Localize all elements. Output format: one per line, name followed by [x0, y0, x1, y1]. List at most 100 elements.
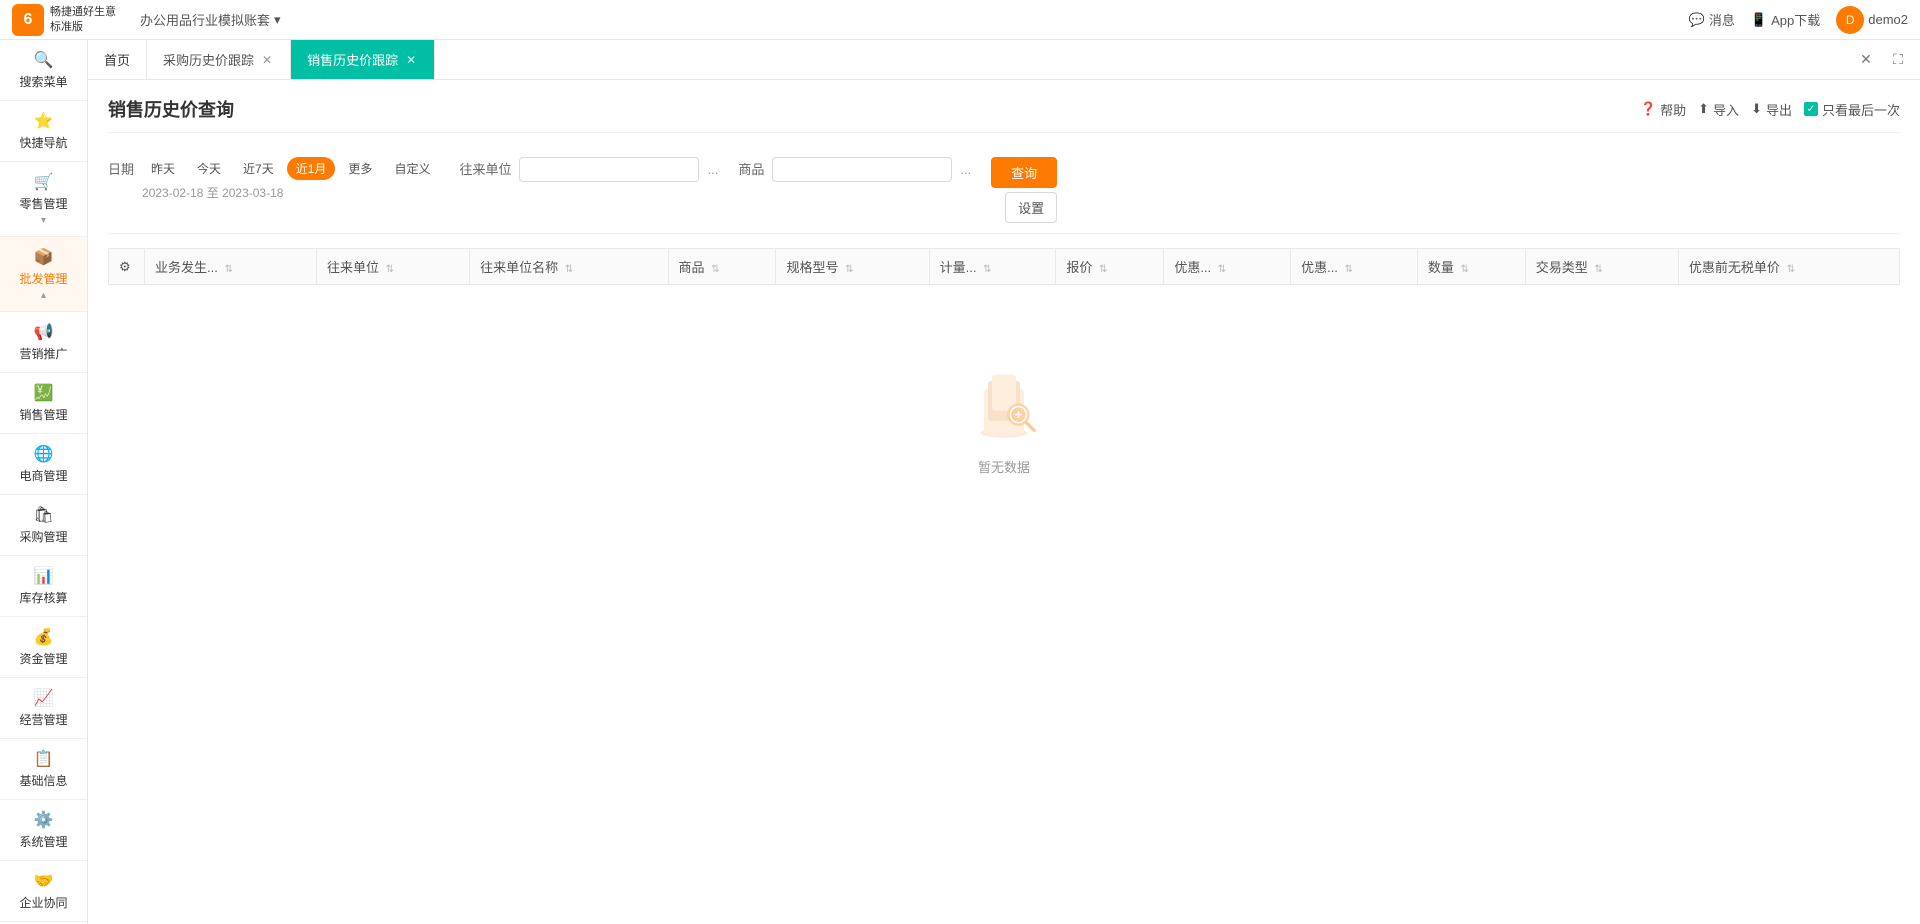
app-download-btn[interactable]: 📱 App下载 [1751, 10, 1820, 29]
filter-btn-more[interactable]: 更多 [339, 157, 381, 180]
only-last-checkbox[interactable]: ✓ 只看最后一次 [1804, 100, 1900, 119]
date-options: 昨天 今天 近7天 近1月 更多 自定义 2023-02-18 至 2023-0… [142, 157, 439, 201]
filter-btn-today[interactable]: 今天 [188, 157, 230, 180]
sidebar-item-sales[interactable]: 💹 销售管理 [0, 373, 87, 434]
sort-icon: ⇅ [386, 264, 394, 275]
user-menu[interactable]: D demo2 [1836, 6, 1908, 34]
sidebar-item-enterprise[interactable]: 🤝 企业协同 [0, 861, 87, 922]
logo: 6 畅捷通好生意 标准版 [12, 4, 116, 36]
tab-bar-controls: ✕ ⛶ [1844, 40, 1920, 79]
chevron-up-icon: ▴ [41, 290, 46, 301]
avatar: D [1836, 6, 1864, 34]
sidebar-item-wholesale[interactable]: 📦 批发管理 ▴ [0, 237, 87, 312]
message-icon: 💬 [1689, 12, 1705, 28]
sidebar: 🔍 搜索菜单 ⭐ 快捷导航 🛒 零售管理 ▾ 📦 批发管理 ▴ 📢 营销推广 💹… [0, 40, 88, 924]
table-header-biz-date[interactable]: 业务发生... ⇅ [145, 249, 317, 285]
sidebar-item-inventory[interactable]: 📊 库存核算 [0, 556, 87, 617]
table-header-qty[interactable]: 数量 ⇅ [1417, 249, 1525, 285]
partner-filter-group: 往来单位 ... [459, 157, 718, 182]
import-btn[interactable]: ⬆ 导入 [1698, 100, 1739, 119]
partner-picker-btn[interactable]: ... [707, 162, 718, 177]
tab-sales-history[interactable]: 销售历史价跟踪 ✕ [291, 40, 435, 79]
sidebar-item-basics[interactable]: 📋 基础信息 [0, 739, 87, 800]
partner-input[interactable] [519, 157, 699, 182]
table-header-trade-type[interactable]: 交易类型 ⇅ [1525, 249, 1678, 285]
product-input-group: ... [772, 157, 971, 182]
star-icon: ⭐ [34, 111, 54, 131]
partner-label: 往来单位 [459, 157, 511, 178]
product-label: 商品 [738, 157, 764, 178]
sort-icon: ⇅ [1787, 264, 1795, 275]
sidebar-item-search-menu[interactable]: 🔍 搜索菜单 [0, 40, 87, 101]
tab-close-purchase[interactable]: ✕ [260, 51, 274, 69]
table-header-quote[interactable]: 报价 ⇅ [1056, 249, 1164, 285]
logo-icon: 6 [12, 4, 44, 36]
table-header-partner-code[interactable]: 往来单位 ⇅ [317, 249, 470, 285]
table-header-product[interactable]: 商品 ⇅ [668, 249, 776, 285]
filter-btn-custom[interactable]: 自定义 [385, 157, 439, 180]
help-btn[interactable]: ❓ 帮助 [1640, 100, 1686, 119]
tab-purchase-history[interactable]: 采购历史价跟踪 ✕ [147, 40, 291, 79]
table-header-spec[interactable]: 规格型号 ⇅ [776, 249, 929, 285]
sort-icon: ⇅ [1099, 264, 1107, 275]
product-picker-btn[interactable]: ... [960, 162, 971, 177]
table-header-discount2[interactable]: 优惠... ⇅ [1291, 249, 1418, 285]
table-header-partner-name[interactable]: 往来单位名称 ⇅ [470, 249, 668, 285]
sidebar-item-retail[interactable]: 🛒 零售管理 ▾ [0, 162, 87, 237]
settings-button[interactable]: 设置 [1005, 192, 1057, 223]
filter-row: 日期 昨天 今天 近7天 近1月 更多 自定义 2023-02-18 至 202… [108, 147, 1900, 234]
megaphone-icon: 📢 [34, 322, 54, 342]
table-header-unit[interactable]: 计量... ⇅ [929, 249, 1056, 285]
content-area: 首页 采购历史价跟踪 ✕ 销售历史价跟踪 ✕ ✕ ⛶ 销售历史价查询 [88, 40, 1920, 924]
sidebar-item-purchase[interactable]: 🛍 采购管理 [0, 495, 87, 556]
filter-btn-yesterday[interactable]: 昨天 [142, 157, 184, 180]
partner-input-group: ... [519, 157, 718, 182]
money-icon: 💰 [34, 627, 54, 647]
tab-close-all-btn[interactable]: ✕ [1854, 48, 1878, 72]
query-button[interactable]: 查询 [991, 157, 1057, 188]
sidebar-item-operations[interactable]: 📈 经营管理 [0, 678, 87, 739]
filter-btn-1month[interactable]: 近1月 [287, 157, 336, 180]
page-header-actions: ❓ 帮助 ⬆ 导入 ⬇ 导出 ✓ 只看最后一次 [1640, 100, 1900, 119]
logo-text: 畅捷通好生意 标准版 [50, 5, 116, 34]
sidebar-item-marketing[interactable]: 📢 营销推广 [0, 312, 87, 373]
top-bar: 6 畅捷通好生意 标准版 办公用品行业模拟账套 ▾ 💬 消息 📱 App下载 D… [0, 0, 1920, 40]
product-input[interactable] [772, 157, 952, 182]
empty-text: 暂无数据 [978, 457, 1030, 476]
message-btn[interactable]: 💬 消息 [1689, 10, 1735, 29]
filter-btn-7days[interactable]: 近7天 [234, 157, 283, 180]
sort-icon: ⇅ [224, 264, 232, 275]
trending-icon: 📈 [34, 688, 54, 708]
shopping-icon: 🛍 [33, 505, 53, 525]
sidebar-item-ecommerce[interactable]: 🌐 电商管理 [0, 434, 87, 495]
page-content: 销售历史价查询 ❓ 帮助 ⬆ 导入 ⬇ 导出 [88, 80, 1920, 924]
tab-close-sales[interactable]: ✕ [404, 51, 418, 69]
table-header-discount1[interactable]: 优惠... ⇅ [1164, 249, 1291, 285]
table-header-settings[interactable]: ⚙ [109, 249, 145, 285]
page-title: 销售历史价查询 [108, 96, 234, 122]
handshake-icon: 🤝 [34, 871, 54, 891]
search-icon: 🔍 [34, 50, 54, 70]
sort-icon: ⇅ [711, 264, 719, 275]
sort-icon: ⇅ [983, 264, 991, 275]
sidebar-item-finance[interactable]: 💰 资金管理 [0, 617, 87, 678]
sort-icon: ⇅ [1345, 264, 1353, 275]
chevron-down-icon: ▾ [41, 215, 46, 226]
sidebar-item-shortcuts[interactable]: ⭐ 快捷导航 [0, 101, 87, 162]
product-filter-group: 商品 ... [738, 157, 971, 182]
export-btn[interactable]: ⬇ 导出 [1751, 100, 1792, 119]
company-selector[interactable]: 办公用品行业模拟账套 ▾ [132, 6, 289, 33]
date-buttons: 昨天 今天 近7天 近1月 更多 自定义 [142, 157, 439, 180]
date-filter-group: 日期 昨天 今天 近7天 近1月 更多 自定义 2023-02-18 至 202… [108, 157, 439, 201]
data-table: ⚙ 业务发生... ⇅ 往来单位 ⇅ 往来单位名称 [108, 248, 1900, 556]
box-icon: 📦 [34, 247, 54, 267]
tab-home[interactable]: 首页 [88, 40, 147, 79]
chevron-down-icon: ▾ [274, 12, 281, 28]
page-inner: 销售历史价查询 ❓ 帮助 ⬆ 导入 ⬇ 导出 [88, 80, 1920, 924]
sidebar-item-system[interactable]: ⚙️ 系统管理 [0, 800, 87, 861]
table-header-tax-price[interactable]: 优惠前无税单价 ⇅ [1678, 249, 1899, 285]
sort-icon: ⇅ [565, 264, 573, 275]
filter-action-group: 查询 设置 [991, 157, 1057, 223]
tab-expand-btn[interactable]: ⛶ [1886, 48, 1910, 72]
help-icon: ❓ [1640, 101, 1656, 117]
